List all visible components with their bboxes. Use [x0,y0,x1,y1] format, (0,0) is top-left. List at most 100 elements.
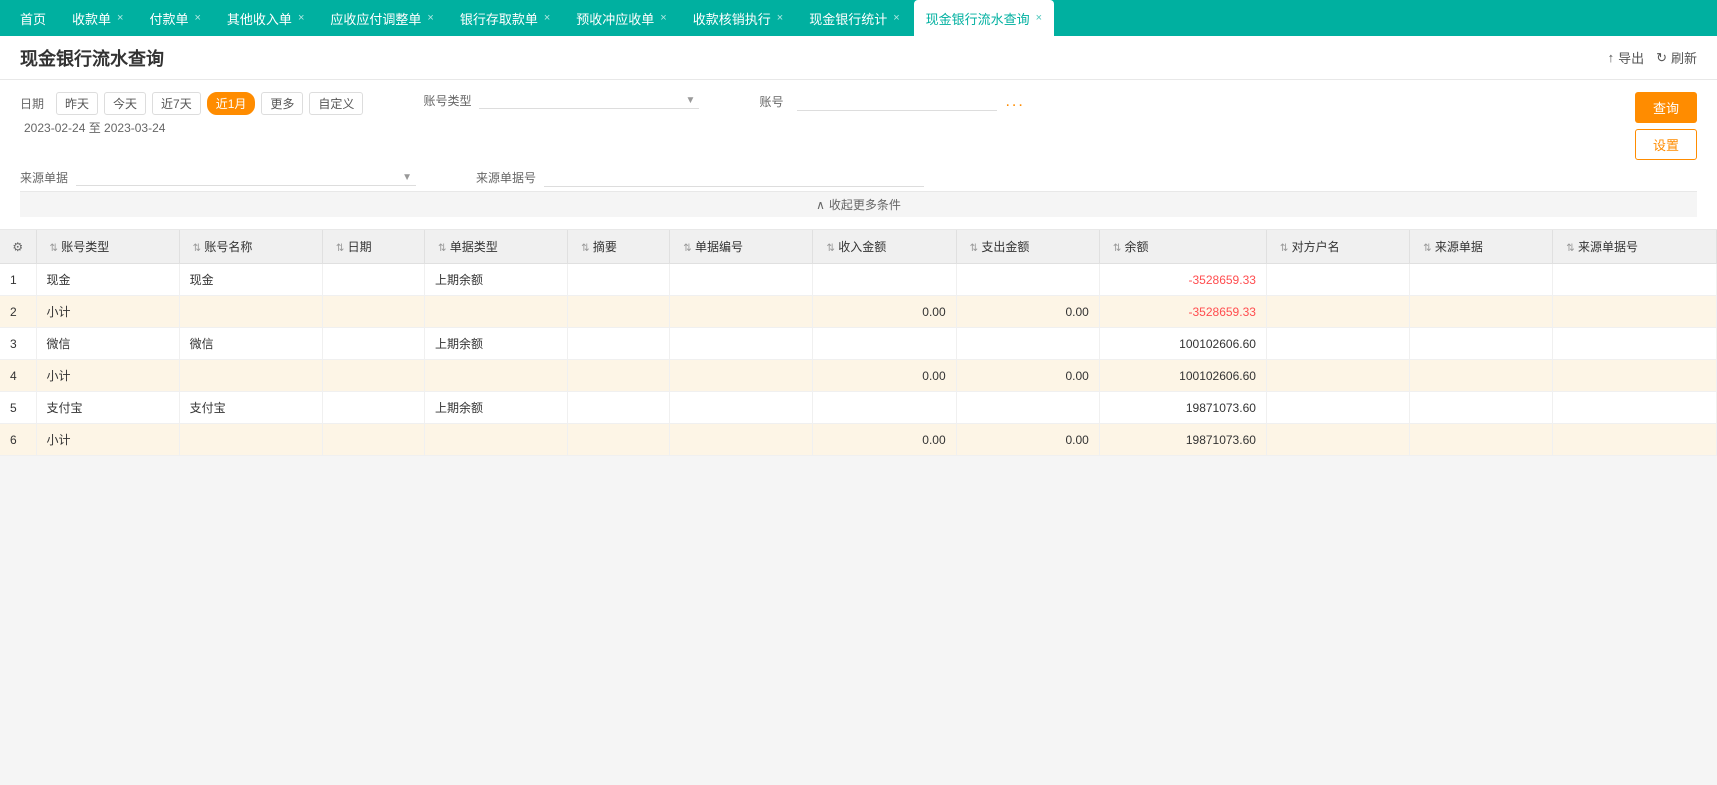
nav-cash-bank-stat-close[interactable]: × [893,12,899,24]
collapse-bar[interactable]: ∧ 收起更多条件 [20,191,1697,217]
row-balance: 19871073.60 [1099,392,1266,424]
row-source-doc [1410,360,1553,392]
row-date [322,328,424,360]
col-income[interactable]: ⇅ 收入金额 [813,230,956,264]
date-today[interactable]: 今天 [104,92,146,115]
col-source-doc-no[interactable]: ⇅ 来源单据号 [1553,230,1717,264]
row-source-doc [1410,424,1553,456]
col-counterpart-sort-icon: ⇅ [1280,243,1288,254]
row-summary [568,328,670,360]
col-balance[interactable]: ⇅ 余额 [1099,230,1266,264]
col-source-doc-no-sort-icon: ⇅ [1566,243,1574,254]
header-actions: ↑ 导出 ↻ 刷新 [1608,48,1697,67]
date-1month[interactable]: 近1月 [207,92,256,115]
account-no-input[interactable] [797,92,997,111]
date-7days[interactable]: 近7天 [152,92,201,115]
col-doc-no[interactable]: ⇅ 单据编号 [670,230,813,264]
nav-payment-close[interactable]: × [194,12,200,24]
export-button[interactable]: ↑ 导出 [1608,48,1645,67]
date-more[interactable]: 更多 [261,92,303,115]
table-row: 6小计0.000.0019871073.60 [0,424,1717,456]
nav-other-income-close[interactable]: × [298,12,304,24]
nav-ar-ap-adjust[interactable]: 应收应付调整单 × [318,0,445,36]
refresh-icon: ↻ [1656,50,1667,66]
row-account-name [179,424,322,456]
row-account-name: 现金 [179,264,322,296]
nav-receipt-close[interactable]: × [117,12,123,24]
row-doc-type [424,296,567,328]
col-settings: ⚙ [0,230,36,264]
col-date[interactable]: ⇅ 日期 [322,230,424,264]
row-income [813,328,956,360]
table-header-row: ⚙ ⇅ 账号类型 ⇅ 账号名称 ⇅ 日期 ⇅ 单据类型 [0,230,1717,264]
top-navigation: 首页 收款单 × 付款单 × 其他收入单 × 应收应付调整单 × 银行存取款单 … [0,0,1717,36]
nav-payment[interactable]: 付款单 × [137,0,212,36]
date-yesterday[interactable]: 昨天 [56,92,98,115]
col-account-type-sort-icon: ⇅ [50,243,58,254]
col-balance-sort-icon: ⇅ [1113,243,1121,254]
row-source-doc-no [1553,360,1717,392]
row-account-type: 支付宝 [36,392,179,424]
nav-advance-offset-close[interactable]: × [660,12,666,24]
col-settings-icon[interactable]: ⚙ [12,240,23,254]
row-expense [956,264,1099,296]
row-doc-type: 上期余额 [424,392,567,424]
nav-receipt-execute[interactable]: 收款核销执行 × [681,0,795,36]
row-id: 1 [0,264,36,296]
row-income: 0.00 [813,360,956,392]
source-doc-dropdown-icon: ▼ [402,172,412,183]
account-type-select[interactable]: ▼ [479,93,699,109]
row-source-doc-no [1553,392,1717,424]
nav-cash-bank-stat[interactable]: 现金银行统计 × [797,0,911,36]
account-no-section: 账号 ... [759,92,1024,111]
col-account-name[interactable]: ⇅ 账号名称 [179,230,322,264]
row-date [322,392,424,424]
row-source-doc-no [1553,264,1717,296]
nav-bank-deposit-close[interactable]: × [544,12,550,24]
source-doc-label: 来源单据 [20,169,68,186]
row-source-doc-no [1553,424,1717,456]
date-filter-section: 日期 昨天 今天 近7天 近1月 更多 自定义 2023-02-24 至 202… [20,92,363,136]
nav-receipt-execute-close[interactable]: × [777,12,783,24]
row-income [813,392,956,424]
nav-ar-ap-adjust-close[interactable]: × [427,12,433,24]
row-id: 2 [0,296,36,328]
row-source-doc-no [1553,328,1717,360]
row-expense [956,392,1099,424]
col-summary[interactable]: ⇅ 摘要 [568,230,670,264]
nav-bank-deposit[interactable]: 银行存取款单 × [448,0,562,36]
row-id: 6 [0,424,36,456]
nav-receipt[interactable]: 收款单 × [60,0,135,36]
nav-home[interactable]: 首页 [8,0,58,36]
col-source-doc-sort-icon: ⇅ [1423,243,1431,254]
row-income: 0.00 [813,424,956,456]
row-account-type: 微信 [36,328,179,360]
query-button[interactable]: 查询 [1635,92,1697,123]
nav-other-income[interactable]: 其他收入单 × [215,0,316,36]
col-source-doc[interactable]: ⇅ 来源单据 [1410,230,1553,264]
nav-cash-bank-flow[interactable]: 现金银行流水查询 × [914,0,1054,36]
settings-button[interactable]: 设置 [1635,129,1697,160]
account-type-section: 账号类型 ▼ [423,92,699,109]
row-source-doc [1410,392,1553,424]
date-custom[interactable]: 自定义 [309,92,363,115]
col-expense[interactable]: ⇅ 支出金额 [956,230,1099,264]
account-no-more[interactable]: ... [1005,93,1024,111]
col-counterpart[interactable]: ⇅ 对方户名 [1266,230,1409,264]
row-account-name [179,296,322,328]
filter-top-row: 日期 昨天 今天 近7天 近1月 更多 自定义 2023-02-24 至 202… [20,92,1697,168]
row-doc-no [670,296,813,328]
nav-cash-bank-flow-close[interactable]: × [1036,12,1042,24]
row-summary [568,360,670,392]
refresh-button[interactable]: ↻ 刷新 [1656,48,1697,67]
col-account-type[interactable]: ⇅ 账号类型 [36,230,179,264]
row-counterpart [1266,392,1409,424]
nav-advance-offset[interactable]: 预收冲应收单 × [564,0,678,36]
source-doc-select[interactable]: ▼ [76,170,416,186]
row-source-doc [1410,328,1553,360]
collapse-label: 收起更多条件 [829,196,901,213]
col-doc-type[interactable]: ⇅ 单据类型 [424,230,567,264]
source-doc-no-input[interactable] [544,168,924,187]
row-source-doc [1410,296,1553,328]
account-type-dropdown-icon: ▼ [686,95,696,106]
